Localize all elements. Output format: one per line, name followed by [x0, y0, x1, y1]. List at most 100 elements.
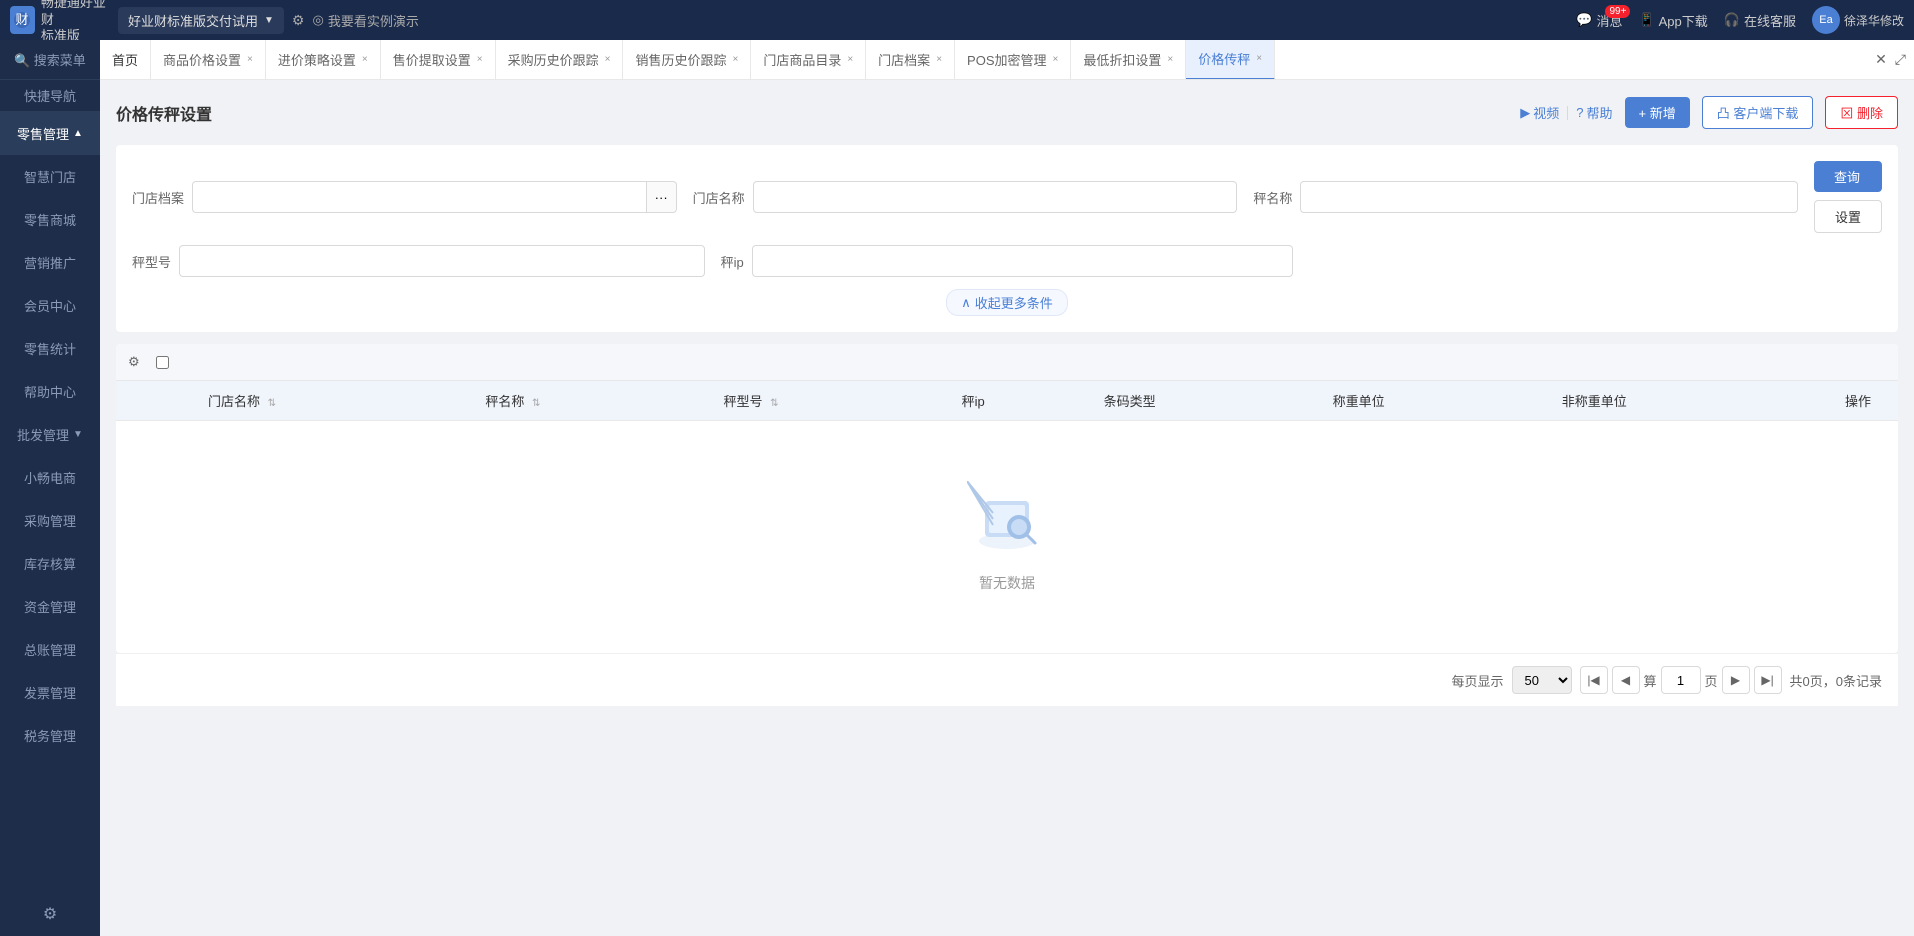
sidebar-item-general-ledger[interactable]: 总账管理	[0, 628, 100, 671]
table-settings-icon[interactable]: ⚙	[128, 354, 140, 370]
tab-sale-history[interactable]: 销售历史价跟踪 ×	[623, 40, 751, 80]
tab-close-all-icon[interactable]: ✕	[1875, 51, 1887, 68]
sort-scale-model-icon[interactable]: ⇅	[770, 398, 778, 409]
play-icon: ▶	[1520, 105, 1530, 121]
content-area: 首页 商品价格设置 × 进价策略设置 × 售价提取设置 × 采购历史价跟踪 × …	[100, 40, 1914, 936]
collapse-row: ∧ 收起更多条件	[132, 289, 1882, 316]
setting-button[interactable]: 设置	[1814, 200, 1882, 233]
store-file-input-group: ···	[192, 181, 677, 213]
sidebar-item-xiaochang[interactable]: 小畅电商	[0, 456, 100, 499]
store-name-field: 门店名称	[693, 181, 1238, 213]
page-input[interactable]	[1661, 666, 1701, 694]
tab-sale-extract[interactable]: 售价提取设置 ×	[381, 40, 496, 80]
tab-close-store-file[interactable]: ×	[936, 54, 942, 65]
form-row-1: 门店档案 ··· 门店名称 秤名称	[132, 161, 1882, 233]
sidebar-item-member[interactable]: 会员中心	[0, 284, 100, 327]
tab-purchase-history[interactable]: 采购历史价跟踪 ×	[496, 40, 624, 80]
tab-min-discount[interactable]: 最低折扣设置 ×	[1071, 40, 1186, 80]
tab-close-min-discount[interactable]: ×	[1167, 54, 1173, 65]
tab-price-setting[interactable]: 商品价格设置 ×	[151, 40, 266, 80]
tab-close-store-catalog[interactable]: ×	[847, 54, 853, 65]
th-store-name: 门店名称 ⇅	[196, 381, 473, 421]
store-file-field: 门店档案 ···	[132, 181, 677, 213]
sidebar-item-purchase[interactable]: 采购管理	[0, 499, 100, 542]
download-button[interactable]: 凸 客户端下载	[1702, 96, 1814, 129]
top-bar: 财 畅捷通好业财 标准版 好业财标准版交付试用 ▼ ⚙ ◎ 我要看实例演示 💬 …	[0, 0, 1914, 40]
tab-close-price-setting[interactable]: ×	[247, 54, 253, 65]
store-file-label: 门店档案	[132, 188, 184, 207]
sidebar-item-retail-mall[interactable]: 零售商城	[0, 198, 100, 241]
store-file-input[interactable]	[192, 181, 647, 213]
top-bar-right: 💬 消息 99+ 📱 App下载 🎧 在线客服 Ea 徐泽华修改	[1576, 6, 1904, 34]
sidebar-gear-icon[interactable]: ⚙	[0, 892, 100, 936]
headset-icon: 🎧	[1724, 12, 1740, 28]
sidebar-item-tax[interactable]: 税务管理	[0, 714, 100, 757]
table-toolbar: ⚙	[116, 344, 1898, 381]
sidebar-item-smart-store[interactable]: 智慧门店	[0, 155, 100, 198]
user-menu[interactable]: Ea 徐泽华修改	[1812, 6, 1904, 34]
page-last-btn[interactable]: ▶|	[1754, 666, 1782, 694]
scale-ip-input[interactable]	[752, 245, 1294, 277]
sidebar-item-finance[interactable]: 资金管理	[0, 585, 100, 628]
selector-arrow-icon: ▼	[264, 15, 274, 26]
video-link[interactable]: ▶ 视频	[1520, 103, 1559, 122]
tab-pos-manage[interactable]: POS加密管理 ×	[955, 40, 1071, 80]
tab-home[interactable]: 首页	[100, 40, 151, 80]
app-download-btn[interactable]: 📱 App下载	[1638, 11, 1707, 30]
sidebar-item-inventory[interactable]: 库存核算	[0, 542, 100, 585]
help-links: ▶ 视频 ? 帮助	[1520, 103, 1612, 122]
th-settings	[116, 381, 156, 421]
wholesale-arrow-icon: ▼	[73, 429, 83, 440]
demo-circle-icon: ◎	[312, 12, 323, 28]
store-file-btn[interactable]: ···	[647, 181, 677, 213]
select-all-checkbox[interactable]	[156, 356, 169, 369]
tab-close-sale-history[interactable]: ×	[732, 54, 738, 65]
sidebar-item-help[interactable]: 帮助中心	[0, 370, 100, 413]
version-selector[interactable]: 好业财标准版交付试用 ▼	[118, 7, 284, 34]
sidebar-item-marketing[interactable]: 营销推广	[0, 241, 100, 284]
tab-close-purchase-strategy[interactable]: ×	[362, 54, 368, 65]
topbar-settings-icon[interactable]: ⚙	[292, 12, 305, 29]
sidebar-quick-nav[interactable]: 快捷导航	[0, 80, 100, 112]
sidebar: 🔍 搜索菜单 快捷导航 零售管理 ▲ 智慧门店 零售商城 营销推广 会员中心 零…	[0, 40, 100, 936]
table-header-row: 门店名称 ⇅ 秤名称 ⇅ 秤型号 ⇅	[116, 381, 1898, 421]
delete-button[interactable]: ⊠ 删除	[1825, 96, 1898, 129]
sidebar-item-retail[interactable]: 零售管理 ▲	[0, 112, 100, 155]
th-operation: 操作	[1818, 381, 1898, 421]
sidebar-item-invoice[interactable]: 发票管理	[0, 671, 100, 714]
help-link[interactable]: ? 帮助	[1576, 103, 1612, 122]
help-circle-icon: ?	[1576, 105, 1583, 120]
messages-btn[interactable]: 💬 消息 99+	[1576, 11, 1622, 30]
online-service-btn[interactable]: 🎧 在线客服	[1724, 11, 1796, 30]
scale-name-input[interactable]	[1300, 181, 1798, 213]
tab-store-file[interactable]: 门店档案 ×	[866, 40, 955, 80]
page-size-select[interactable]: 50 10 20 100	[1512, 666, 1572, 694]
store-name-input[interactable]	[753, 181, 1238, 213]
sort-store-name-icon[interactable]: ⇅	[268, 398, 276, 409]
tab-close-purchase-history[interactable]: ×	[605, 54, 611, 65]
th-scale-name: 秤名称 ⇅	[473, 381, 711, 421]
scale-model-input[interactable]	[179, 245, 705, 277]
sidebar-search[interactable]: 🔍 搜索菜单	[0, 40, 100, 80]
tab-close-sale-extract[interactable]: ×	[477, 54, 483, 65]
sidebar-item-retail-stats[interactable]: 零售统计	[0, 327, 100, 370]
page-first-btn[interactable]: |◀	[1580, 666, 1608, 694]
page-header: 价格传秤设置 ▶ 视频 ? 帮助 + 新增 凸 客户端下	[116, 96, 1898, 129]
page-next-btn[interactable]: ▶	[1722, 666, 1750, 694]
sort-scale-name-icon[interactable]: ⇅	[532, 398, 540, 409]
query-button[interactable]: 查询	[1814, 161, 1882, 192]
tab-bar-end: ✕ ⤢	[1867, 51, 1914, 68]
demo-link[interactable]: ◎ 我要看实例演示	[312, 11, 418, 30]
page-prev-btn[interactable]: ◀	[1612, 666, 1640, 694]
tab-close-pos-manage[interactable]: ×	[1053, 54, 1059, 65]
sidebar-item-wholesale[interactable]: 批发管理 ▼	[0, 413, 100, 456]
tab-purchase-strategy[interactable]: 进价策略设置 ×	[266, 40, 381, 80]
tab-close-price-scale[interactable]: ×	[1256, 53, 1262, 64]
tab-expand-icon[interactable]: ⤢	[1895, 51, 1906, 68]
page-content: 价格传秤设置 ▶ 视频 ? 帮助 + 新增 凸 客户端下	[100, 80, 1914, 936]
th-barcode-type: 条码类型	[1092, 381, 1321, 421]
tab-price-scale[interactable]: 价格传秤 ×	[1186, 40, 1275, 80]
add-button[interactable]: + 新增	[1625, 97, 1690, 128]
collapse-button[interactable]: ∧ 收起更多条件	[946, 289, 1068, 316]
tab-store-catalog[interactable]: 门店商品目录 ×	[751, 40, 866, 80]
